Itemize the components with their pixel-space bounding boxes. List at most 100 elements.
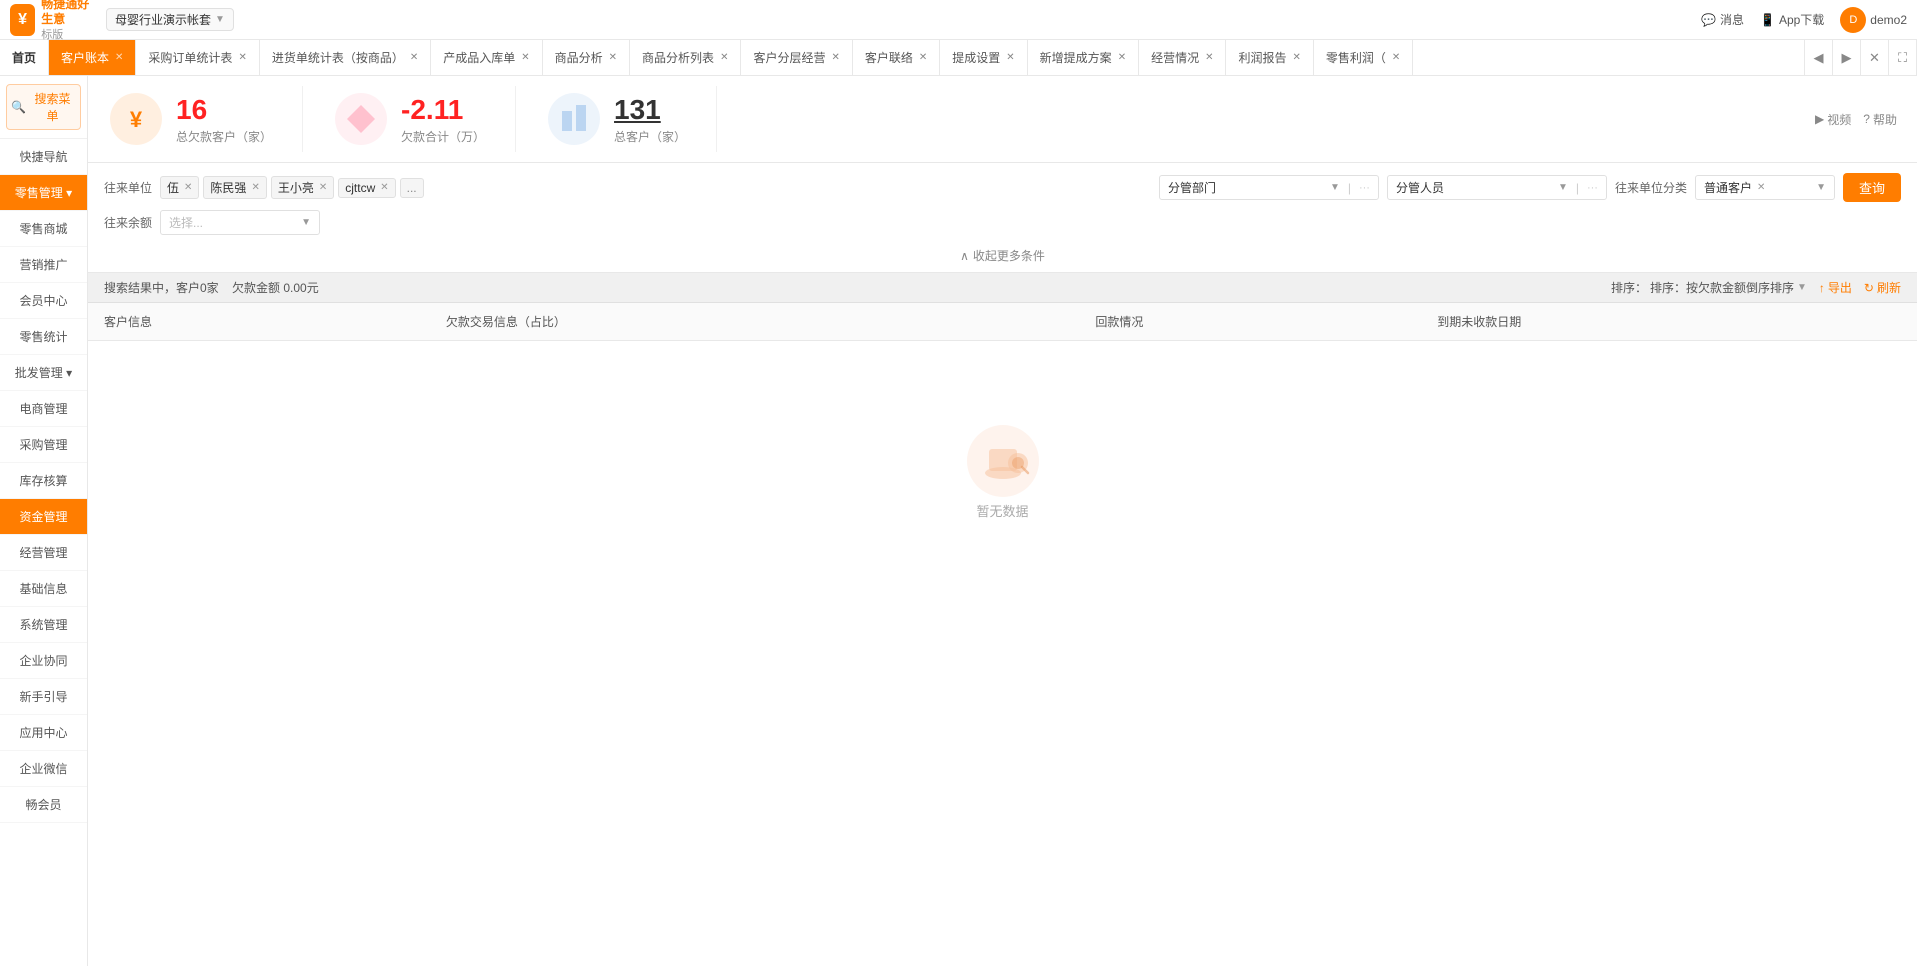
sidebar-item-retail-mgmt[interactable]: 零售管理 ▾ <box>0 175 87 211</box>
remove-unit-tag-cjttcw[interactable]: ✕ <box>380 182 388 193</box>
query-button[interactable]: 查询 <box>1843 173 1901 202</box>
sidebar-item-ecommerce[interactable]: 电商管理 <box>0 391 87 427</box>
col-customer-info: 客户信息 <box>88 303 430 341</box>
remove-unit-tag-wu[interactable]: ✕ <box>184 182 192 193</box>
dept-selector[interactable]: 分管部门 ▼ | ··· <box>1159 175 1379 200</box>
unit-tag-more[interactable]: ... <box>400 178 424 198</box>
unit-tag-wu[interactable]: 伍 ✕ <box>160 176 199 199</box>
close-icon[interactable]: ✕ <box>521 52 529 63</box>
tab-home[interactable]: 首页 <box>0 40 49 76</box>
sidebar-item-purchase[interactable]: 采购管理 <box>0 427 87 463</box>
refresh-icon: ↻ <box>1864 281 1874 295</box>
help-button[interactable]: ? 帮助 <box>1863 111 1897 128</box>
refresh-button[interactable]: ↻ 刷新 <box>1864 279 1901 296</box>
stat-total-customers-label: 总客户（家） <box>614 128 686 145</box>
data-table: 客户信息 欠款交易信息（占比） 回款情况 到期未收款日期 <box>88 303 1917 600</box>
balance-selector[interactable]: 选择... ▼ <box>160 210 320 235</box>
prev-tab-button[interactable]: ◀ <box>1805 40 1833 76</box>
sidebar-item-quick-nav[interactable]: 快捷导航 <box>0 139 87 175</box>
stat-total-customers: 131 总客户（家） <box>546 86 717 152</box>
remove-unit-tag-chen[interactable]: ✕ <box>251 182 259 193</box>
collapse-button[interactable]: ∧ 收起更多条件 <box>104 243 1901 272</box>
tab-product-analysis[interactable]: 商品分析 ✕ <box>543 40 630 76</box>
sidebar-item-new-user-guide[interactable]: 新手引导 <box>0 679 87 715</box>
sidebar-item-capital-mgmt[interactable]: 资金管理 <box>0 499 87 535</box>
avatar: D <box>1840 7 1866 33</box>
tab-cost-stock[interactable]: 产成品入库单 ✕ <box>431 40 542 76</box>
close-icon[interactable]: ✕ <box>1392 52 1400 63</box>
sidebar-item-member-center[interactable]: 会员中心 <box>0 283 87 319</box>
close-icon[interactable]: ✕ <box>1293 52 1301 63</box>
search-menu-button[interactable]: 🔍 搜索菜单 <box>6 84 81 130</box>
stat-debt-customers-number: 16 <box>176 93 272 127</box>
close-icon[interactable]: ✕ <box>919 52 927 63</box>
sidebar-item-retail-mall[interactable]: 零售商城 <box>0 211 87 247</box>
sidebar-item-stock-check[interactable]: 库存核算 <box>0 463 87 499</box>
sidebar-item-marketing[interactable]: 营销推广 <box>0 247 87 283</box>
sidebar-item-basic-info[interactable]: 基础信息 <box>0 571 87 607</box>
tab-customer-contact[interactable]: 客户联络 ✕ <box>853 40 940 76</box>
video-button[interactable]: ▶ 视频 <box>1815 111 1851 128</box>
results-bar: 搜索结果中，客户0家 欠款金额 0.00元 排序： 排序：按欠款金额倒序排序 ▼… <box>88 273 1917 303</box>
filter-row-2: 往来余额 选择... ▼ <box>104 210 1901 235</box>
stat-debt-customers-label: 总欠款客户（家） <box>176 128 272 145</box>
chevron-right-icon: ▾ <box>66 366 72 380</box>
sort-selector[interactable]: 排序： 排序：按欠款金额倒序排序 ▼ <box>1611 279 1807 296</box>
sidebar-item-enterprise-wechat[interactable]: 企业微信 <box>0 751 87 787</box>
tab-purchase-order[interactable]: 采购订单统计表 ✕ <box>136 40 259 76</box>
close-icon[interactable]: ✕ <box>238 52 246 63</box>
sidebar-item-operations-mgmt[interactable]: 经营管理 <box>0 535 87 571</box>
tab-stock-stats[interactable]: 进货单统计表（按商品） ✕ <box>260 40 431 76</box>
close-icon[interactable]: ✕ <box>609 52 617 63</box>
close-icon[interactable]: ✕ <box>831 52 839 63</box>
tab-customer-capital[interactable]: 客户账本 ✕ <box>49 40 136 76</box>
help-icon: ? <box>1863 112 1870 126</box>
top-bar-right: 💬 消息 📱 App下载 D demo2 <box>1701 7 1907 33</box>
tab-business-status[interactable]: 经营情况 ✕ <box>1139 40 1226 76</box>
unit-tag-chen[interactable]: 陈民强 ✕ <box>203 176 266 199</box>
close-icon[interactable]: ✕ <box>115 52 123 63</box>
sidebar-item-app-center[interactable]: 应用中心 <box>0 715 87 751</box>
tab-customer-tier[interactable]: 客户分层经营 ✕ <box>741 40 852 76</box>
close-icon[interactable]: ✕ <box>1118 52 1126 63</box>
messages-button[interactable]: 💬 消息 <box>1701 11 1744 28</box>
tab-new-promotion[interactable]: 新增提成方案 ✕ <box>1028 40 1139 76</box>
help-area: ▶ 视频 ? 帮助 <box>1815 111 1897 128</box>
balance-filter-label: 往来余额 <box>104 214 152 231</box>
unit-tag-wang[interactable]: 王小亮 ✕ <box>271 176 334 199</box>
filter-row-1: 往来单位 伍 ✕ 陈民强 ✕ 王小亮 ✕ cjttcw <box>104 173 1901 202</box>
close-icon[interactable]: ✕ <box>720 52 728 63</box>
account-selector[interactable]: 母婴行业演示帐套 ▼ <box>106 8 234 31</box>
filter-area: 往来单位 伍 ✕ 陈民强 ✕ 王小亮 ✕ cjttcw <box>88 163 1917 273</box>
sidebar-item-batch-mgmt[interactable]: 批发管理 ▾ <box>0 355 87 391</box>
top-bar-left: ¥ 畅捷通好生意 标版 母婴行业演示帐套 ▼ <box>10 0 234 42</box>
tab-retail-profit[interactable]: 零售利润（ ✕ <box>1314 40 1413 76</box>
empty-row: 暂无数据 <box>88 341 1917 601</box>
chevron-up-icon: ∧ <box>960 249 969 263</box>
unit-tag-cjttcw[interactable]: cjttcw ✕ <box>338 178 395 198</box>
tab-profit-report[interactable]: 利润报告 ✕ <box>1226 40 1313 76</box>
stat-debt-amount-number: -2.11 <box>401 93 485 127</box>
unit-type-tag[interactable]: 普通客户 ✕ <box>1704 179 1765 196</box>
tab-product-analysis-list[interactable]: 商品分析列表 ✕ <box>630 40 741 76</box>
close-icon[interactable]: ✕ <box>410 52 418 63</box>
sidebar-item-enterprise-collab[interactable]: 企业协同 <box>0 643 87 679</box>
next-tab-button[interactable]: ▶ <box>1833 40 1861 76</box>
close-icon[interactable]: ✕ <box>1006 52 1014 63</box>
unit-type-chevron-icon: ▼ <box>1816 182 1826 193</box>
tab-promotion-settings[interactable]: 提成设置 ✕ <box>940 40 1027 76</box>
export-button[interactable]: ↑ 导出 <box>1819 279 1852 296</box>
person-selector[interactable]: 分管人员 ▼ | ··· <box>1387 175 1607 200</box>
sidebar-item-member-plus[interactable]: 畅会员 <box>0 787 87 823</box>
sidebar-item-retail-stats[interactable]: 零售统计 <box>0 319 87 355</box>
remove-unit-type-tag[interactable]: ✕ <box>1757 182 1765 193</box>
close-icon[interactable]: ✕ <box>1205 52 1213 63</box>
close-all-tabs-button[interactable]: ✕ <box>1861 40 1889 76</box>
user-profile[interactable]: D demo2 <box>1840 7 1907 33</box>
col-debt-transaction: 欠款交易信息（占比） <box>430 303 1080 341</box>
maximize-button[interactable]: ⛶ <box>1889 40 1917 76</box>
unit-type-selector[interactable]: 普通客户 ✕ ▼ <box>1695 175 1835 200</box>
remove-unit-tag-wang[interactable]: ✕ <box>319 182 327 193</box>
app-download-button[interactable]: 📱 App下载 <box>1760 11 1824 28</box>
sidebar-item-system-mgmt[interactable]: 系统管理 <box>0 607 87 643</box>
